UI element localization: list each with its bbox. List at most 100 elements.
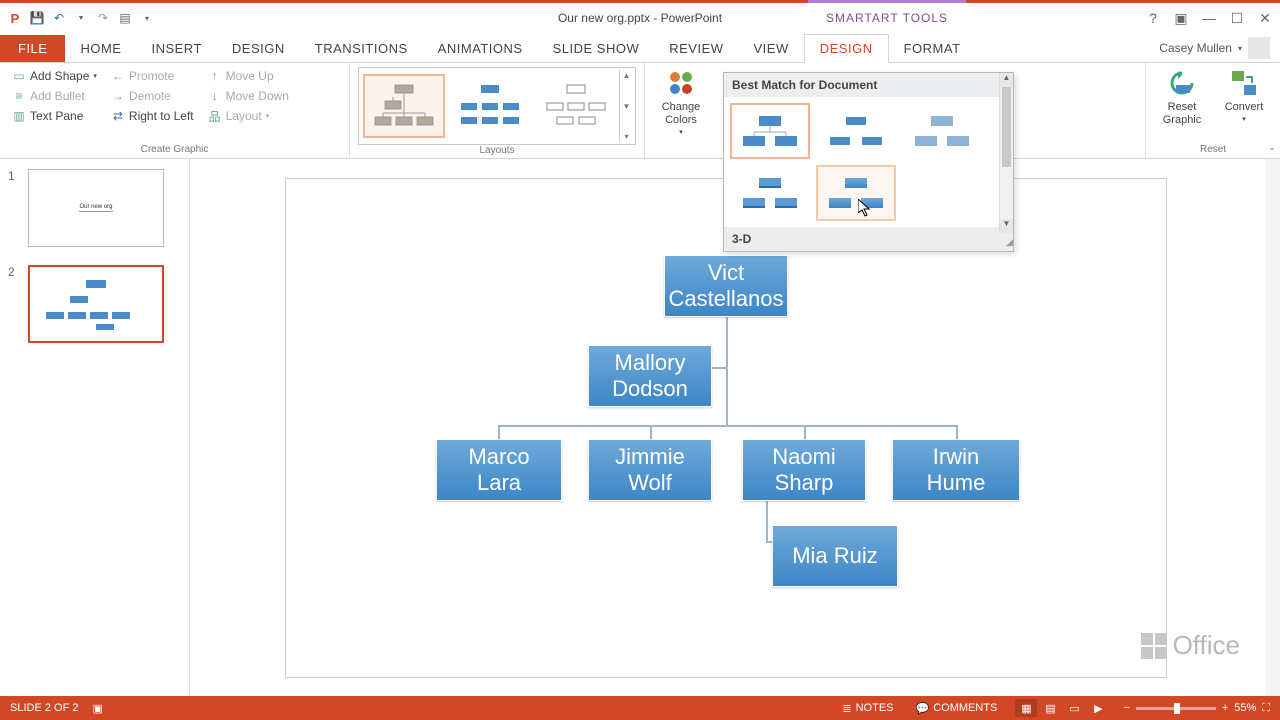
layout-thumb-1[interactable] [363,74,445,138]
window-title: Our new org.pptx - PowerPoint [558,11,722,25]
minimize-icon[interactable]: — [1200,10,1218,26]
tab-review[interactable]: REVIEW [654,35,738,62]
promote-button[interactable]: ←Promote [107,67,198,85]
text-pane-icon: ▥ [12,109,26,123]
tab-smartart-format[interactable]: FORMAT [889,35,976,62]
convert-button[interactable]: Convert▾ [1216,67,1272,125]
style-thumb-1[interactable] [730,103,810,159]
slide[interactable]: Vict Castellanos Mallory Dodson Marco La… [286,179,1166,677]
tab-view[interactable]: VIEW [739,35,804,62]
sorter-view-icon[interactable]: ▤ [1039,699,1061,717]
group-label [653,155,709,156]
comments-button[interactable]: 💬COMMENTS [912,702,1002,715]
reset-graphic-button[interactable]: Reset Graphic [1154,67,1210,127]
org-node-2[interactable]: Mallory Dodson [588,345,712,407]
tab-animations[interactable]: ANIMATIONS [423,35,538,62]
org-node-3[interactable]: Marco Lara [436,439,562,501]
scroll-more-icon[interactable]: ▾ [623,131,629,142]
tab-design[interactable]: DESIGN [217,35,300,62]
tab-smartart-design[interactable]: DESIGN [804,34,889,63]
undo-icon[interactable]: ↶ [50,9,68,27]
style-thumb-3[interactable] [902,103,982,159]
title-bar: P 💾 ↶ ▼ ↷ ▤ ▾ Our new org.pptx - PowerPo… [0,0,1280,33]
scroll-down-icon[interactable]: ▼ [1000,219,1013,233]
view-buttons: ▦ ▤ ▭ ▶ [1015,699,1109,717]
office-watermark: Office [1141,630,1240,661]
style-thumb-2[interactable] [816,103,896,159]
promote-icon: ← [111,69,125,83]
chevron-down-icon: ▾ [1242,116,1246,124]
fit-to-window-icon[interactable]: ⛶ [1262,702,1270,715]
slide-indicator[interactable]: SLIDE 2 OF 2 [10,702,78,714]
group-smartart-styles: Change Colors▾ [645,63,717,158]
help-icon[interactable]: ? [1144,10,1162,26]
styles-scrollbar[interactable]: ▲ ▼ [999,73,1013,233]
collapse-ribbon-icon[interactable]: ˆ [1270,146,1274,160]
tab-insert[interactable]: INSERT [136,35,216,62]
thumbnail-slide-2[interactable]: 2 [8,265,181,343]
notes-button[interactable]: ≣NOTES [838,702,897,715]
change-colors-icon [665,67,697,99]
move-up-icon: ↑ [208,69,222,83]
move-up-button[interactable]: ↑Move Up [204,67,293,85]
add-shape-button[interactable]: ▭Add Shape ▾ [8,67,101,85]
main-area: 1 Our new org 2 Vict Ca [0,159,1280,696]
reset-icon [1166,67,1198,99]
smartart-tools-tab-label: SMARTART TOOLS [808,0,966,33]
ribbon: ▭Add Shape ▾ ≡Add Bullet ▥Text Pane ←Pro… [0,63,1280,159]
close-icon[interactable]: ✕ [1256,10,1274,27]
zoom-out-icon[interactable]: − [1123,702,1129,714]
resize-grip-icon[interactable]: ◢ [999,237,1013,251]
org-node-5[interactable]: Naomi Sharp [742,439,866,501]
normal-view-icon[interactable]: ▦ [1015,699,1037,717]
scroll-down-icon[interactable]: ▼ [622,101,632,112]
thumb-number: 1 [8,169,20,247]
layout-thumb-3[interactable] [535,74,617,138]
slideshow-view-icon[interactable]: ▶ [1087,699,1109,717]
layouts-gallery: ▲ ▼ ▾ [358,67,636,145]
styles-section-3d: 3-D [724,227,1013,251]
maximize-icon[interactable]: ☐ [1228,10,1246,27]
org-node-6[interactable]: Irwin Hume [892,439,1020,501]
org-node-1[interactable]: Vict Castellanos [664,255,788,317]
layout-button[interactable]: 品Layout ▾ [204,107,293,125]
vertical-scrollbar[interactable] [1266,159,1280,696]
right-to-left-button[interactable]: ⇄Right to Left [107,107,198,125]
layout-thumb-2[interactable] [449,74,531,138]
org-node-7[interactable]: Mia Ruiz [772,525,898,587]
thumbnail-slide-1[interactable]: 1 Our new org [8,169,181,247]
tab-file[interactable]: FILE [0,35,65,62]
user-account[interactable]: Casey Mullen ▾ [1159,37,1270,59]
tab-home[interactable]: HOME [65,35,136,62]
save-icon[interactable]: 💾 [28,9,46,27]
style-thumb-5[interactable] [816,165,896,221]
scrollbar-thumb[interactable] [1002,87,1011,167]
chevron-down-icon: ▾ [93,72,97,80]
undo-dropdown-icon[interactable]: ▼ [72,9,90,27]
scroll-up-icon[interactable]: ▲ [622,70,632,81]
org-node-4[interactable]: Jimmie Wolf [588,439,712,501]
zoom-level[interactable]: 55% [1234,702,1256,714]
zoom-in-icon[interactable]: + [1222,702,1228,714]
zoom-slider[interactable] [1136,707,1216,710]
qat-customize-icon[interactable]: ▾ [138,9,156,27]
demote-button[interactable]: →Demote [107,87,198,105]
tab-slideshow[interactable]: SLIDE SHOW [538,35,655,62]
scroll-up-icon[interactable]: ▲ [1000,73,1013,87]
add-bullet-button[interactable]: ≡Add Bullet [8,87,101,105]
style-thumb-4[interactable] [730,165,810,221]
redo-icon[interactable]: ↷ [94,9,112,27]
demote-icon: → [111,89,125,103]
reading-view-icon[interactable]: ▭ [1063,699,1085,717]
ribbon-display-icon[interactable]: ▣ [1172,10,1190,27]
move-down-button[interactable]: ↓Move Down [204,87,293,105]
chevron-down-icon: ▾ [1238,44,1242,53]
spell-check-icon[interactable]: ▣ [92,702,102,715]
zoom-thumb[interactable] [1174,703,1180,714]
chevron-down-icon: ▾ [679,129,683,137]
rtl-icon: ⇄ [111,109,125,123]
start-from-beginning-icon[interactable]: ▤ [116,9,134,27]
tab-transitions[interactable]: TRANSITIONS [300,35,423,62]
change-colors-button[interactable]: Change Colors▾ [653,67,709,138]
text-pane-button[interactable]: ▥Text Pane [8,107,101,125]
